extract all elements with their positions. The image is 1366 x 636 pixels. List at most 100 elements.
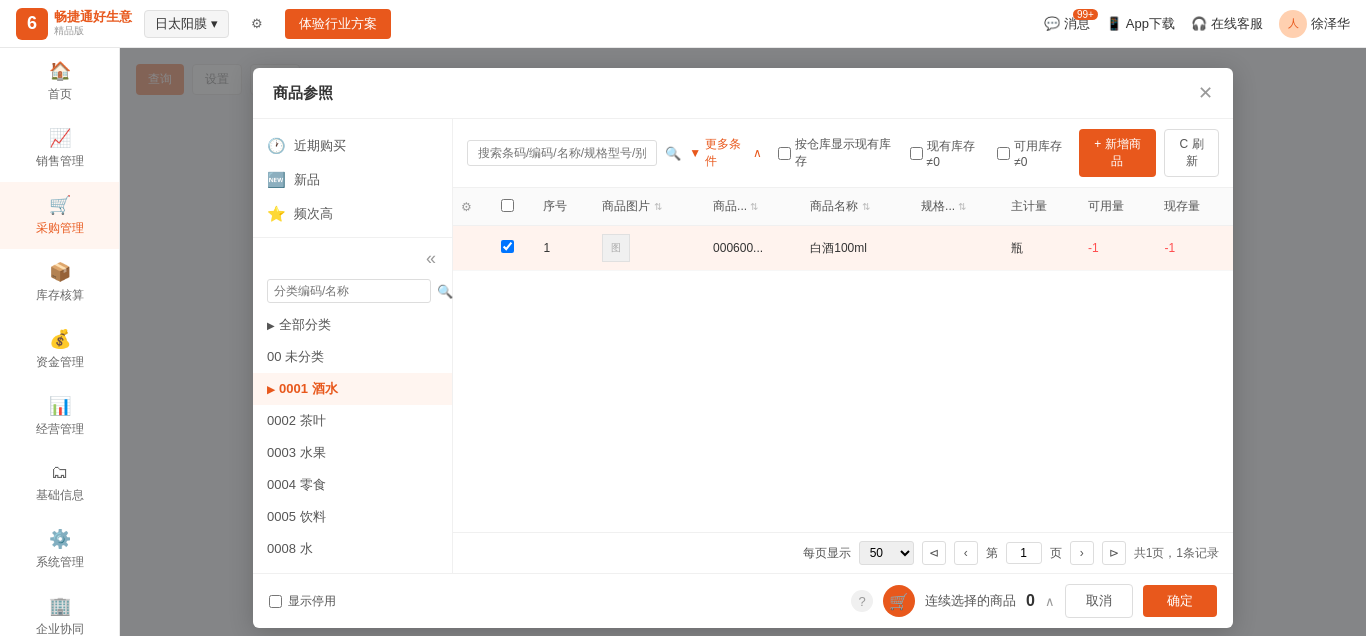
product-search-input[interactable]	[467, 140, 657, 166]
collapse-panel-button[interactable]: «	[418, 244, 444, 273]
selected-count-value: 0	[1026, 592, 1035, 610]
left-nav-recent[interactable]: 🕐 近期购买	[253, 129, 452, 163]
cancel-button[interactable]: 取消	[1065, 584, 1133, 618]
chevron-up-icon: ∧	[753, 146, 762, 160]
category-4-snack[interactable]: 0004 零食	[253, 469, 452, 501]
home-icon: 🏠	[49, 60, 71, 82]
headset-icon: 🎧	[1191, 16, 1207, 31]
refresh-button[interactable]: C 刷新	[1164, 129, 1219, 177]
prev-page-button[interactable]: ‹	[954, 541, 978, 565]
category-2-tea[interactable]: 0002 茶叶	[253, 405, 452, 437]
page-label: 第	[986, 545, 998, 562]
modal-overlay: 商品参照 ✕ 🕐 近期购买 🆕 新品	[120, 48, 1366, 636]
select-all-checkbox[interactable]	[501, 199, 514, 212]
checkbox-available[interactable]	[910, 147, 923, 160]
sidebar-label-basic-info: 基础信息	[36, 487, 84, 504]
left-nav-recent-label: 近期购买	[294, 137, 346, 155]
table-header-row: ⚙ 序号 商品	[453, 188, 1233, 226]
td-checkbox	[493, 226, 536, 271]
sidebar-item-purchase[interactable]: 🛒 采购管理	[0, 182, 119, 249]
category-search-icon[interactable]: 🔍	[437, 284, 453, 299]
sidebar-label-management: 经营管理	[36, 421, 84, 438]
sidebar-label-system: 系统管理	[36, 554, 84, 571]
category-8-water[interactable]: 0008 水	[253, 533, 452, 563]
check-usable-nonzero[interactable]: 可用库存≠0	[997, 138, 1071, 169]
sidebar-item-system[interactable]: ⚙️ 系统管理	[0, 516, 119, 583]
sidebar-item-basic-info[interactable]: 🗂 基础信息	[0, 450, 119, 516]
first-page-button[interactable]: ⊲	[922, 541, 946, 565]
last-page-button[interactable]: ⊳	[1102, 541, 1126, 565]
page-size-label: 每页显示	[803, 545, 851, 562]
product-search-icon[interactable]: 🔍	[665, 146, 681, 161]
check-available-nonzero[interactable]: 现有库存≠0	[910, 138, 984, 169]
th-checkbox	[493, 188, 536, 226]
product-table: ⚙ 序号 商品	[453, 188, 1233, 532]
purchase-icon: 🛒	[49, 194, 71, 216]
th-available: 可用量	[1080, 188, 1157, 226]
modal-footer: 显示停用 ? 🛒 连续选择的商品 0 ∧ 取消 确定	[253, 573, 1233, 628]
trial-button[interactable]: 体验行业方案	[285, 9, 391, 39]
category-3-fruit[interactable]: 0003 水果	[253, 437, 452, 469]
table-row[interactable]: 1 图 000600... 白酒100ml 瓶	[453, 226, 1233, 271]
product-image: 图	[602, 234, 630, 262]
help-icon[interactable]: ?	[851, 590, 873, 612]
th-name: 商品名称 ⇅	[802, 188, 913, 226]
sidebar-item-inventory[interactable]: 📦 库存核算	[0, 249, 119, 316]
category-all[interactable]: ▶ 全部分类	[253, 309, 452, 341]
main-layout: 🏠 首页 📈 销售管理 🛒 采购管理 📦 库存核算 💰 资金管理 📊 经营管理 …	[0, 48, 1366, 636]
add-product-button[interactable]: + 新增商品	[1079, 129, 1156, 177]
online-service-button[interactable]: 🎧 在线客服	[1191, 15, 1263, 33]
left-nav-new[interactable]: 🆕 新品	[253, 163, 452, 197]
td-img: 图	[594, 226, 705, 271]
row-checkbox[interactable]	[501, 240, 514, 253]
mobile-icon: 📱	[1106, 16, 1122, 31]
show-disabled-input[interactable]	[269, 595, 282, 608]
show-disabled-checkbox[interactable]: 显示停用	[269, 593, 336, 610]
app-download-button[interactable]: 📱 App下载	[1106, 15, 1175, 33]
page-number-input[interactable]	[1006, 542, 1042, 564]
category-1-liquor[interactable]: ▶ 0001 酒水	[253, 373, 452, 405]
next-page-button[interactable]: ›	[1070, 541, 1094, 565]
category-list: ▶ 全部分类 00 未分类 ▶ 0001 酒水 0002 茶	[253, 309, 452, 563]
table-settings-icon[interactable]: ⚙	[461, 200, 472, 214]
collapse-footer-button[interactable]: ∧	[1045, 594, 1055, 609]
left-nav-frequent-label: 频次高	[294, 205, 333, 223]
category-5-drink[interactable]: 0005 饮料	[253, 501, 452, 533]
category-search-input[interactable]	[267, 279, 431, 303]
logo-icon: 6	[16, 8, 48, 40]
checkbox-usable[interactable]	[997, 147, 1010, 160]
check-warehouse-stock[interactable]: 按仓库显示现有库存	[778, 136, 896, 170]
cart-icon[interactable]: 🛒	[883, 585, 915, 617]
product-table-element: ⚙ 序号 商品	[453, 188, 1233, 271]
messages-button[interactable]: 💬 消息 99+	[1044, 15, 1090, 33]
td-seq: 1	[535, 226, 594, 271]
sidebar-item-sales[interactable]: 📈 销售管理	[0, 115, 119, 182]
th-seq: 序号	[535, 188, 594, 226]
user-avatar[interactable]: 人 徐泽华	[1279, 10, 1350, 38]
confirm-button[interactable]: 确定	[1143, 585, 1217, 617]
th-code: 商品... ⇅	[705, 188, 802, 226]
company-selector[interactable]: 日太阳膜 ▾	[144, 10, 229, 38]
settings-icon[interactable]: ⚙	[241, 8, 273, 40]
td-spec	[913, 226, 1003, 271]
product-reference-modal: 商品参照 ✕ 🕐 近期购买 🆕 新品	[253, 68, 1233, 628]
left-nav-frequent[interactable]: ⭐ 频次高	[253, 197, 452, 231]
message-badge: 99+	[1073, 9, 1098, 20]
page-size-select[interactable]: 50 100 200	[859, 541, 914, 565]
sidebar-label-finance: 资金管理	[36, 354, 84, 371]
modal-close-button[interactable]: ✕	[1198, 82, 1213, 104]
left-divider	[253, 237, 452, 238]
nav-right: 💬 消息 99+ 📱 App下载 🎧 在线客服 人 徐泽华	[1044, 10, 1350, 38]
more-filter-button[interactable]: ▼ 更多条件 ∧	[689, 136, 762, 170]
th-spec: 规格... ⇅	[913, 188, 1003, 226]
sidebar-item-home[interactable]: 🏠 首页	[0, 48, 119, 115]
category-0[interactable]: 00 未分类	[253, 341, 452, 373]
sidebar-item-finance[interactable]: 💰 资金管理	[0, 316, 119, 383]
recent-icon: 🕐	[267, 137, 286, 155]
checkbox-warehouse[interactable]	[778, 147, 791, 160]
modal-left-panel: 🕐 近期购买 🆕 新品 ⭐ 频次高 «	[253, 119, 453, 573]
sidebar: 🏠 首页 📈 销售管理 🛒 采购管理 📦 库存核算 💰 资金管理 📊 经营管理 …	[0, 48, 120, 636]
message-icon: 💬	[1044, 16, 1060, 31]
sidebar-item-management[interactable]: 📊 经营管理	[0, 383, 119, 450]
sidebar-item-enterprise[interactable]: 🏢 企业协同	[0, 583, 119, 636]
